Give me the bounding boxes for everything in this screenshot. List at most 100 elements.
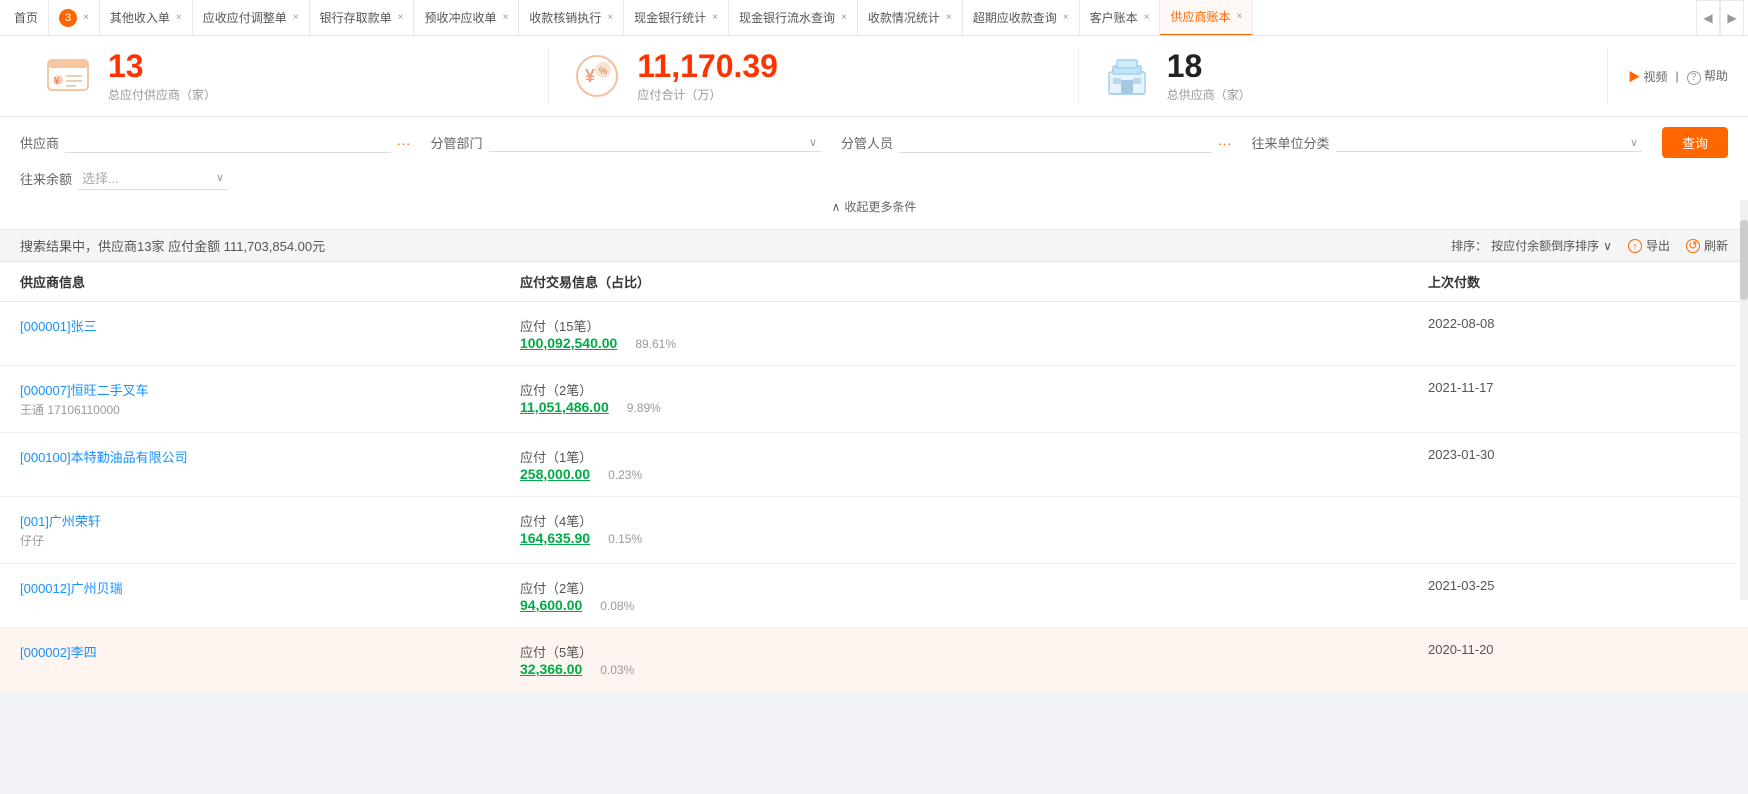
trans-label: 应付（4笔） [520,511,1428,530]
nav-tab-receipt-verify[interactable]: 收款核销执行× [519,0,624,36]
trans-pct: 0.23% [608,468,642,482]
nav-tab-customer-book[interactable]: 客户账本 × [1080,0,1161,36]
video-link[interactable]: ▶ 视频 [1628,68,1667,85]
scrollbar-thumb[interactable] [1740,220,1748,300]
trans-label: 应付（15笔） [520,316,1428,335]
trans-amount[interactable]: 94,600.00 [520,597,582,613]
trans-amount[interactable]: 32,366.00 [520,661,582,677]
payable-suppliers-icon: ¥ [40,48,96,104]
tab-close-icon[interactable]: × [841,12,847,23]
tab-close-icon[interactable]: × [1144,12,1150,23]
supplier-cell: [000001]张三 [20,316,520,335]
tab-label-cash-bank-flow: 现金银行流水查询 [739,9,835,26]
tab-close-icon[interactable]: × [1236,11,1242,22]
help-link[interactable]: ? 帮助 [1687,67,1728,85]
filter-row-1: 供应商 ··· 分管部门 ∨ 分管人员 ··· 往来单位分类 ∨ 查询 [20,127,1728,158]
refresh-button[interactable]: ↺ 刷新 [1686,237,1728,254]
tab-close-icon[interactable]: × [176,12,182,23]
trans-label: 应付（2笔） [520,380,1428,399]
total-payable-number: 11,170.39 [637,50,778,82]
collapse-label: 收起更多条件 [844,198,916,215]
balance-select[interactable]: 选择... ∨ [78,166,228,190]
export-button[interactable]: ↑ 导出 [1628,237,1670,254]
supplier-label: 供应商 [20,133,59,152]
payable-suppliers-number: 13 [108,50,216,82]
nav-tab-cash-bank-stat[interactable]: 现金银行统计× [624,0,729,36]
supplier-dots[interactable]: ··· [397,135,411,151]
person-input[interactable] [899,133,1211,153]
svg-text:%: % [599,66,607,76]
supplier-link[interactable]: [000001]张三 [20,319,97,334]
nav-tab-cash-bank-flow[interactable]: 现金银行流水查询 × [729,0,858,36]
trans-label: 应付（5笔） [520,642,1428,661]
category-select[interactable]: ∨ [1336,134,1642,152]
nav-tab-tab3[interactable]: 3× [49,0,100,36]
nav-right-arrow[interactable]: ▶ [1720,0,1744,36]
trans-amount[interactable]: 258,000.00 [520,466,590,482]
nav-tab-ar-ap-adjust[interactable]: 应收应付调整单 × [193,0,310,36]
nav-tab-other-income[interactable]: 其他收入单× [100,0,193,36]
lastpay-cell: 2021-03-25 [1428,578,1728,593]
result-summary: 搜索结果中，供应商13家 应付金额 111,703,854.00元 [20,236,325,255]
tab-close-icon[interactable]: × [398,12,404,23]
supplier-link[interactable]: [000012]广州贝瑞 [20,581,123,596]
supplier-link[interactable]: [000100]本特勤油品有限公司 [20,450,188,465]
trans-amount-row: 164,635.90 0.15% [520,530,1428,546]
total-suppliers-label: 总供应商（家） [1167,86,1251,103]
nav-left-arrow[interactable]: ◀ [1696,0,1720,36]
tab-label-prepay-ar: 预收冲应收单 [424,9,496,26]
summary-text-total-suppliers: 18 总供应商（家） [1167,50,1251,103]
summary-item-payable-suppliers: ¥ 13 总应付供应商（家） [20,48,549,104]
person-dots[interactable]: ··· [1218,135,1232,151]
lastpay-cell: 2023-01-30 [1428,447,1728,462]
collapse-button[interactable]: ∧ 收起更多条件 [832,198,917,215]
trans-amount[interactable]: 164,635.90 [520,530,590,546]
supplier-sub: 王通 17106110000 [20,401,520,418]
nav-tab-prepay-ar[interactable]: 预收冲应收单 × [414,0,519,36]
nav-tab-receipt-stat[interactable]: 收款情况统计× [858,0,963,36]
sort-down-icon: ∨ [1603,239,1612,253]
tab-close-icon[interactable]: × [293,12,299,23]
balance-label: 往来余额 [20,169,72,188]
supplier-input[interactable] [65,133,390,153]
nav-tab-bank-deposit[interactable]: 银行存取款单× [310,0,415,36]
supplier-link[interactable]: [000007]恒旺二手叉车 [20,383,149,398]
result-actions: 排序： 按应付余额倒序排序 ∨ ↑ 导出 ↺ 刷新 [1451,237,1728,254]
sort-control[interactable]: 排序： 按应付余额倒序排序 ∨ [1451,237,1612,254]
trans-amount[interactable]: 100,092,540.00 [520,335,617,351]
filter-supplier: 供应商 ··· [20,133,411,153]
filter-person: 分管人员 ··· [841,133,1232,153]
nav-tab-supplier-book[interactable]: 供应商账本× [1160,0,1253,36]
tab-close-icon[interactable]: × [1063,12,1069,23]
scrollbar-track[interactable] [1740,200,1748,600]
tab-close-icon[interactable]: × [946,12,952,23]
supplier-link[interactable]: [000002]李四 [20,645,97,660]
tab-close-icon[interactable]: × [607,12,613,23]
tab-close-icon[interactable]: × [502,12,508,23]
tab-label-ar-ap-adjust: 应收应付调整单 [203,9,287,26]
tab-label-home: 首页 [14,9,38,26]
tab-close-icon[interactable]: × [83,12,89,23]
top-navigation: 首页3×其他收入单×应收应付调整单×银行存取款单×预收冲应收单×收款核销执行×现… [0,0,1748,36]
supplier-cell: [000007]恒旺二手叉车王通 17106110000 [20,380,520,418]
nav-tab-home[interactable]: 首页 [4,0,49,36]
tab-close-icon[interactable]: × [712,12,718,23]
header-lastpay: 上次付数 [1428,272,1728,291]
dept-select[interactable]: ∨ [489,134,821,152]
table-row: [000100]本特勤油品有限公司应付（1笔） 258,000.00 0.23%… [0,433,1748,497]
summary-item-total-payable: ¥ % 11,170.39 应付合计（万） [549,48,1078,104]
header-supplier: 供应商信息 [20,272,520,291]
payable-suppliers-label: 总应付供应商（家） [108,86,216,103]
trans-amount[interactable]: 11,051,486.00 [520,399,609,415]
lastpay-cell: 2020-11-20 [1428,642,1728,657]
transaction-cell: 应付（15笔） 100,092,540.00 89.61% [520,316,1428,351]
search-button[interactable]: 查询 [1662,127,1728,158]
supplier-link[interactable]: [001]广州荣轩 [20,514,101,529]
table-row: [000012]广州贝瑞应付（2笔） 94,600.00 0.08% 2021-… [0,564,1748,628]
header-trans: 应付交易信息（占比） [520,272,1428,291]
total-suppliers-icon [1099,48,1155,104]
tab-label-customer-book: 客户账本 [1090,9,1138,26]
nav-tab-overdue-ar[interactable]: 超期应收款查询× [963,0,1080,36]
trans-pct: 9.89% [627,401,661,415]
table-row: [000002]李四应付（5笔） 32,366.00 0.03% 2020-11… [0,628,1748,692]
